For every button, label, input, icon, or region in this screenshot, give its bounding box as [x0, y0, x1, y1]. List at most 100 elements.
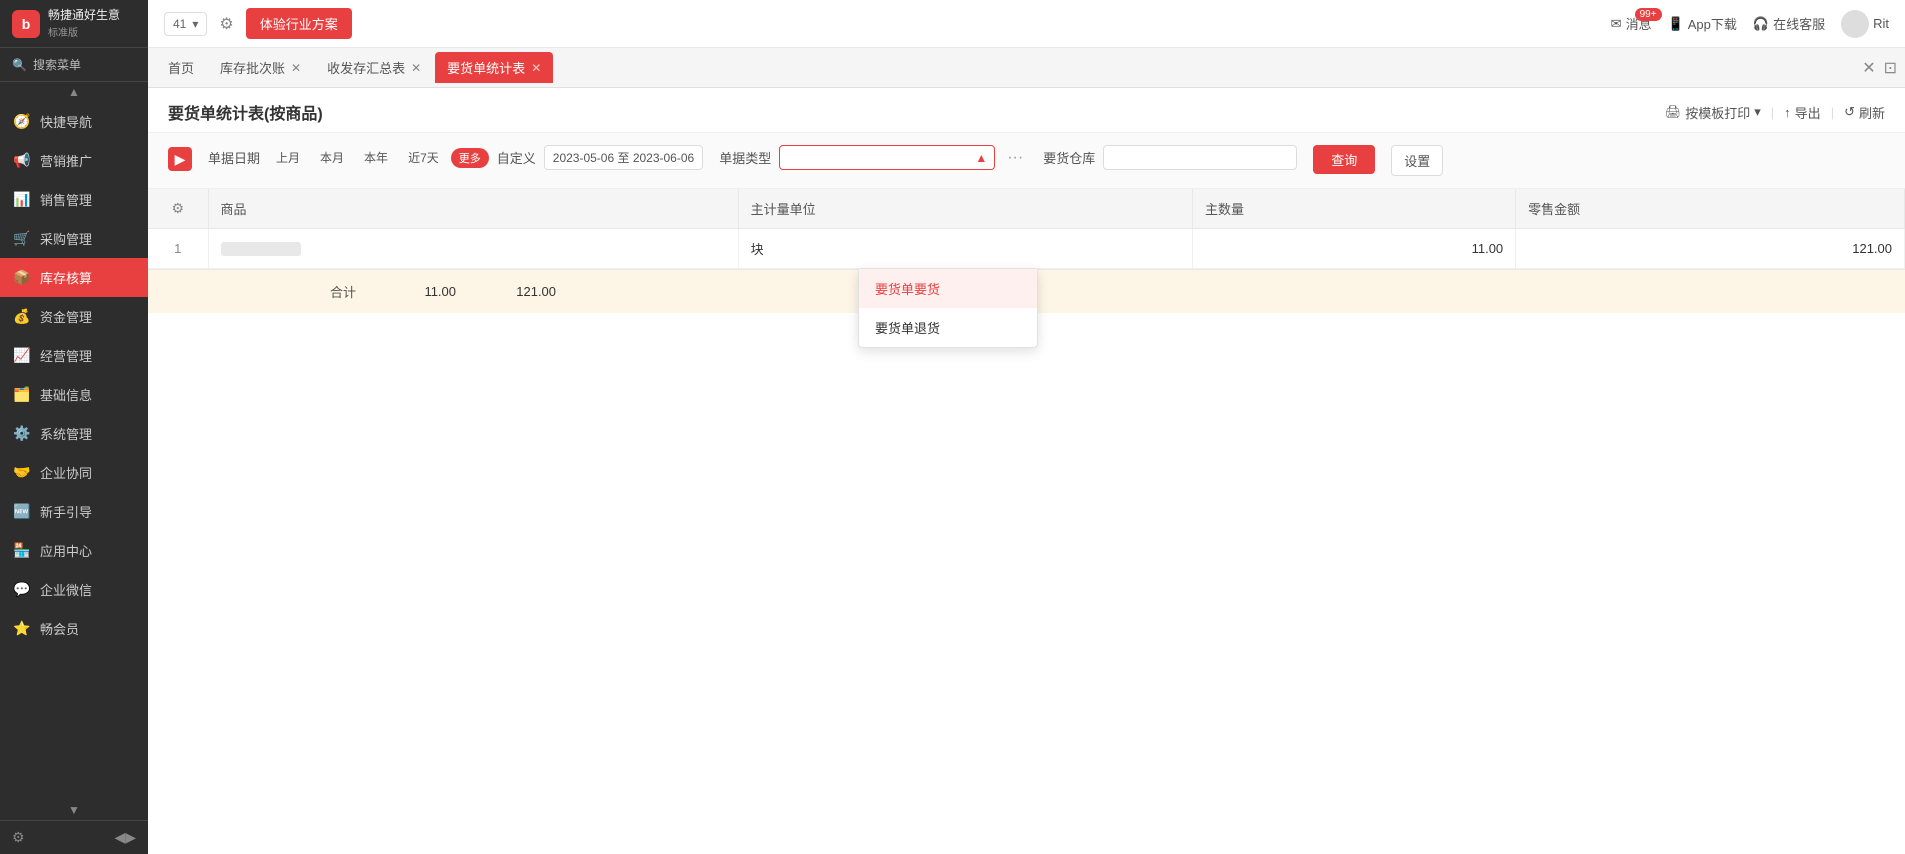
online-service-item[interactable]: 🎧 在线客服: [1753, 14, 1825, 33]
nav-label-wecom: 企业微信: [40, 580, 92, 599]
sidebar-item-wecom[interactable]: 💬 企业微信: [0, 570, 148, 609]
shortcut-7days[interactable]: 近7天: [400, 146, 447, 169]
filter-expand-btn[interactable]: ▶: [168, 147, 192, 171]
user-avatar-item[interactable]: Rit: [1841, 10, 1889, 38]
tab-receive-summary-close[interactable]: ✕: [411, 61, 421, 75]
tabs-close-all-icon[interactable]: ✕: [1862, 58, 1875, 78]
order-type-input[interactable]: [779, 145, 995, 170]
sidebar-item-marketing[interactable]: 📢 营销推广: [0, 141, 148, 180]
nav-icon-purchase: 🛒: [12, 230, 32, 247]
sidebar-item-base[interactable]: 🗂️ 基础信息: [0, 375, 148, 414]
footer-retail: 121.00: [476, 284, 556, 299]
sidebar-scroll-down[interactable]: ▼: [0, 800, 148, 820]
topbar-settings-icon[interactable]: ⚙: [219, 14, 233, 34]
version-selector[interactable]: 41 ▾: [164, 12, 207, 36]
tabs-bar: 首页 库存批次账 ✕ 收发存汇总表 ✕ 要货单统计表 ✕ ✕ ⊡: [148, 48, 1905, 88]
topbar: 41 ▾ ⚙ 体验行业方案 ✉ 消息 99+ 📱 App下载 🎧 在线客服 R: [148, 0, 1905, 48]
app-download-label: App下载: [1688, 14, 1737, 33]
warehouse-filter-group: 要货仓库: [1043, 145, 1297, 170]
user-avatar: [1841, 10, 1869, 38]
nav-label-sales: 销售管理: [40, 190, 92, 209]
sidebar-nav: 🧭 快捷导航 📢 营销推广 📊 销售管理 🛒 采购管理 📦 库存核算 💰 资金管…: [0, 102, 148, 800]
app-download-item[interactable]: 📱 App下载: [1668, 14, 1737, 33]
tab-order-stats[interactable]: 要货单统计表 ✕: [435, 52, 553, 83]
sidebar-scroll-up[interactable]: ▲: [0, 82, 148, 102]
col-settings[interactable]: ⚙: [148, 189, 208, 229]
footer-label: 合计: [330, 282, 356, 301]
filter-more-btn[interactable]: ···: [1003, 149, 1027, 167]
sidebar-item-member[interactable]: ⭐ 畅会员: [0, 609, 148, 648]
service-icon: 🎧: [1753, 16, 1769, 32]
print-template-btn[interactable]: 🖨 按模板打印 ▾: [1665, 103, 1761, 122]
footer-settings-icon[interactable]: ⚙: [12, 829, 25, 846]
nav-label-member: 畅会员: [40, 619, 79, 638]
download-icon: 📱: [1668, 16, 1684, 32]
tab-receive-summary-label: 收发存汇总表: [327, 58, 405, 77]
query-button[interactable]: 查询: [1313, 145, 1375, 174]
sidebar-item-inventory[interactable]: 📦 库存核算: [0, 258, 148, 297]
nav-label-collab: 企业协同: [40, 463, 92, 482]
warehouse-label: 要货仓库: [1043, 148, 1095, 167]
footer-quantity: 11.00: [376, 284, 456, 299]
warehouse-input[interactable]: [1103, 145, 1297, 170]
nav-label-purchase: 采购管理: [40, 229, 92, 248]
tab-home-label: 首页: [168, 58, 194, 77]
sidebar-item-purchase[interactable]: 🛒 采购管理: [0, 219, 148, 258]
row-unit: 块: [738, 229, 1192, 269]
tab-inventory-batch[interactable]: 库存批次账 ✕: [208, 52, 313, 83]
table-wrap: ⚙ 商品 主计量单位 主数量 零售金额 1 块 11.00 121.00: [148, 189, 1905, 269]
nav-icon-marketing: 📢: [12, 152, 32, 169]
sidebar-search[interactable]: 🔍 搜索菜单: [0, 48, 148, 82]
export-btn[interactable]: ↑ 导出: [1784, 103, 1821, 122]
sidebar-item-quick-nav[interactable]: 🧭 快捷导航: [0, 102, 148, 141]
messages-badge: 99+: [1635, 8, 1662, 21]
nav-icon-member: ⭐: [12, 620, 32, 637]
trial-button[interactable]: 体验行业方案: [246, 8, 352, 39]
filter-settings-button[interactable]: 设置: [1391, 145, 1443, 176]
tab-order-stats-close[interactable]: ✕: [531, 61, 541, 75]
date-range-display: 2023-05-06 至 2023-06-06: [544, 145, 703, 170]
dropdown-item-0[interactable]: 要货单要货: [859, 269, 1037, 308]
shortcut-this-year[interactable]: 本年: [356, 146, 396, 169]
shortcut-more[interactable]: 更多: [451, 148, 489, 168]
sidebar-item-ops[interactable]: 📈 经营管理: [0, 336, 148, 375]
tabs-expand-icon[interactable]: ⊡: [1884, 58, 1897, 78]
export-icon: ↑: [1784, 105, 1791, 120]
print-icon: 🖨: [1665, 104, 1682, 120]
app-logo-icon: b: [12, 10, 40, 38]
tab-receive-summary[interactable]: 收发存汇总表 ✕: [315, 52, 433, 83]
table-settings-icon[interactable]: ⚙: [171, 200, 184, 216]
sidebar-item-system[interactable]: ⚙️ 系统管理: [0, 414, 148, 453]
online-service-label: 在线客服: [1773, 14, 1825, 33]
app-version: 标准版: [48, 24, 120, 39]
nav-label-system: 系统管理: [40, 424, 92, 443]
sidebar-item-sales[interactable]: 📊 销售管理: [0, 180, 148, 219]
tab-home[interactable]: 首页: [156, 52, 206, 83]
shortcut-last-month[interactable]: 上月: [268, 146, 308, 169]
col-unit: 主计量单位: [738, 189, 1192, 229]
nav-icon-wecom: 💬: [12, 581, 32, 598]
nav-icon-inventory: 📦: [12, 269, 32, 286]
row-product: [208, 229, 738, 269]
sidebar-item-finance[interactable]: 💰 资金管理: [0, 297, 148, 336]
version-dropdown-icon: ▾: [192, 17, 198, 31]
nav-label-inventory: 库存核算: [40, 268, 92, 287]
page-actions: 🖨 按模板打印 ▾ | ↑ 导出 | ↺ 刷新: [1665, 103, 1885, 122]
messages-item[interactable]: ✉ 消息 99+: [1611, 14, 1652, 33]
order-type-filter-group: 单据类型 ▲ ···: [719, 145, 1027, 170]
date-label: 单据日期: [208, 148, 260, 167]
nav-icon-appstore: 🏪: [12, 542, 32, 559]
sidebar: b 畅捷通好生意 标准版 🔍 搜索菜单 ▲ 🧭 快捷导航 📢 营销推广 📊 销售…: [0, 0, 148, 854]
sidebar-item-appstore[interactable]: 🏪 应用中心: [0, 531, 148, 570]
refresh-btn[interactable]: ↺ 刷新: [1844, 103, 1885, 122]
shortcut-this-month[interactable]: 本月: [312, 146, 352, 169]
nav-icon-guide: 🆕: [12, 503, 32, 520]
tab-inventory-batch-close[interactable]: ✕: [291, 61, 301, 75]
nav-label-quick-nav: 快捷导航: [40, 112, 92, 131]
sidebar-item-guide[interactable]: 🆕 新手引导: [0, 492, 148, 531]
sidebar-item-collab[interactable]: 🤝 企业协同: [0, 453, 148, 492]
dropdown-item-1[interactable]: 要货单退货: [859, 308, 1037, 347]
nav-icon-sales: 📊: [12, 191, 32, 208]
order-type-select-wrap: ▲: [779, 145, 995, 170]
footer-collapse-icon[interactable]: ◀▶: [114, 829, 136, 846]
